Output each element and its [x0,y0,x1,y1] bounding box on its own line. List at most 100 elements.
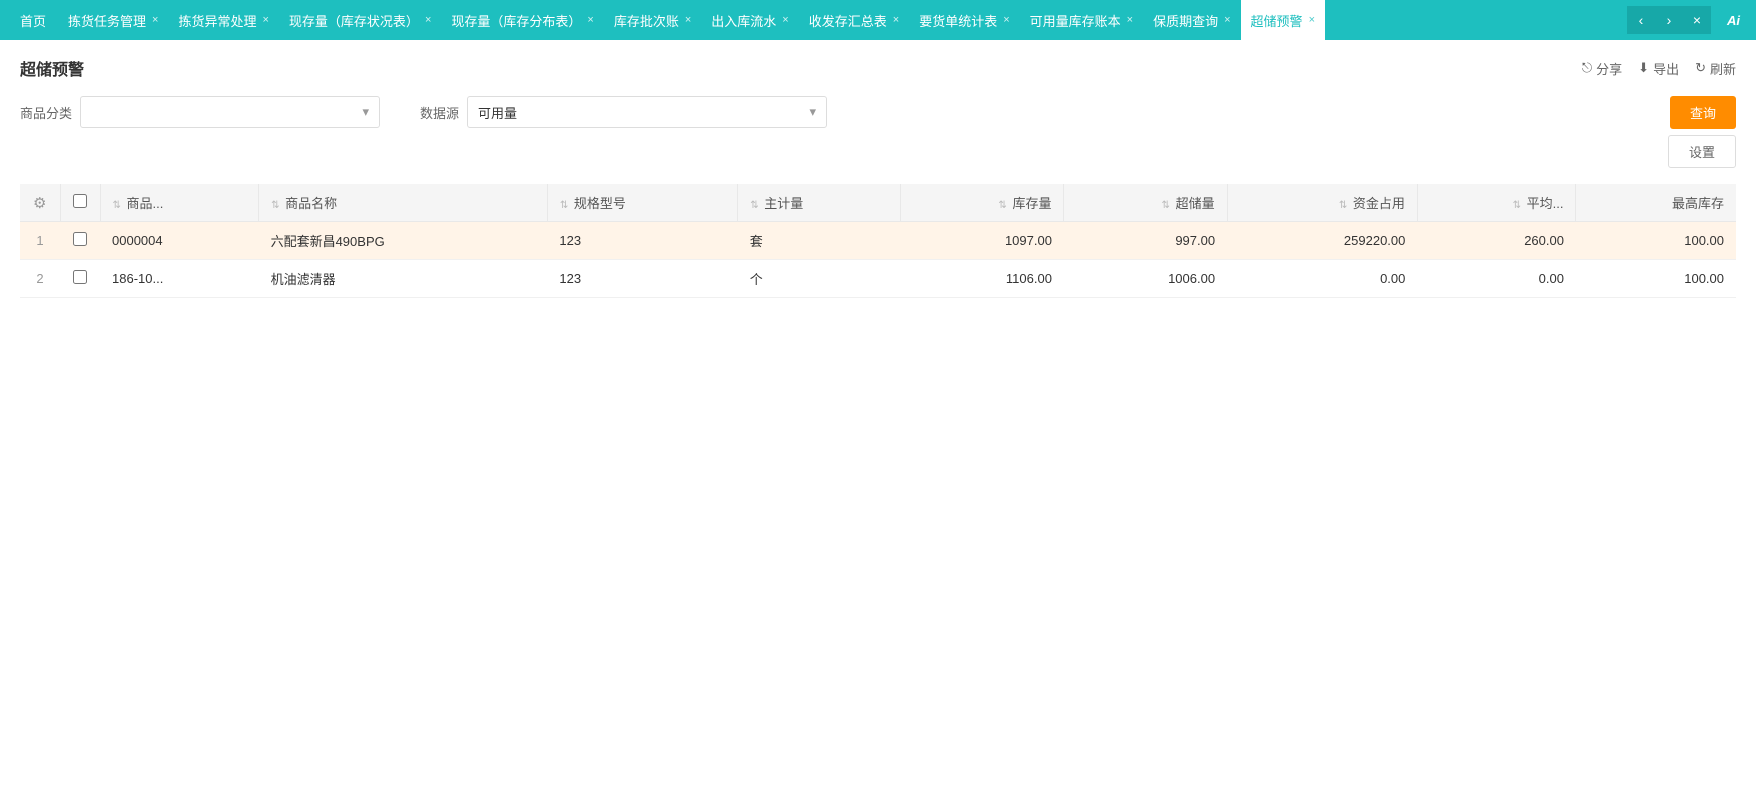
cell-unit: 套 [738,222,901,260]
table-row: 1 0000004 六配套新昌490BPG 123 套 1097.00 997.… [20,222,1736,260]
nav-tab-churukuliu[interactable]: 出入库流水 × [701,0,798,40]
datasource-label: 数据源 [420,103,459,122]
close-icon[interactable]: × [262,14,268,26]
th-index: ⚙ [20,184,60,222]
th-capital[interactable]: ⇅ 资金占用 [1227,184,1417,222]
cell-unit: 个 [738,260,901,298]
close-icon[interactable]: × [1309,14,1315,26]
refresh-link[interactable]: ↻ 刷新 [1695,59,1736,78]
sort-icon: ⇅ [998,200,1006,211]
sort-icon: ⇅ [1339,200,1347,211]
page-header: 超储预警 ⎋ 分享 ⬇ 导出 ↻ 刷新 [20,56,1736,80]
select-all-checkbox[interactable] [73,194,87,208]
category-label: 商品分类 [20,103,72,122]
filter-section: 商品分类 ▾ 数据源 可用量 ▾ 查询 设置 [20,96,1736,168]
sort-icon: ⇅ [113,200,121,211]
nav-tab-kucunpicizh[interactable]: 库存批次账 × [604,0,701,40]
nav-tab-xiancunliang1[interactable]: 现存量（库存状况表） × [279,0,441,40]
nav-tab-baozhi[interactable]: 保质期查询 × [1143,0,1240,40]
share-link[interactable]: ⎋ 分享 [1582,59,1622,78]
cell-index: 1 [20,222,60,260]
topbar-right: Ai [1719,11,1748,30]
sort-icon: ⇅ [1513,200,1521,211]
th-stock[interactable]: ⇅ 库存量 [901,184,1064,222]
nav-tab-jianhuoyichangchuli[interactable]: 拣货异常处理 × [168,0,278,40]
close-icon[interactable]: × [1003,14,1009,26]
cell-avg: 0.00 [1417,260,1576,298]
top-navigation: 首页 拣货任务管理 × 拣货异常处理 × 现存量（库存状况表） × 现存量（库存… [0,0,1756,40]
category-select[interactable]: ▾ [80,96,380,128]
cell-over-stock: 997.00 [1064,222,1227,260]
sort-icon: ⇅ [560,200,568,211]
chevron-down-icon: ▾ [362,104,369,120]
close-icon[interactable]: × [425,14,431,26]
settings-button[interactable]: 设置 [1668,135,1736,168]
export-icon: ⬇ [1638,60,1649,76]
th-spec[interactable]: ⇅ 规格型号 [547,184,737,222]
nav-tab-xiancunliang2[interactable]: 现存量（库存分布表） × [441,0,603,40]
cell-stock: 1097.00 [901,222,1064,260]
sort-icon: ⇅ [271,200,279,211]
share-icon: ⎋ [1582,60,1592,76]
cell-product-code: 0000004 [100,222,259,260]
cell-product-code: 186-10... [100,260,259,298]
datasource-select[interactable]: 可用量 ▾ [467,96,827,128]
nav-arrows: ‹ › × [1627,6,1711,34]
close-icon[interactable]: × [152,14,158,26]
close-icon[interactable]: × [685,14,691,26]
nav-prev-button[interactable]: ‹ [1627,6,1655,34]
close-icon[interactable]: × [1127,14,1133,26]
sort-icon: ⇅ [1162,200,1170,211]
cell-max-stock: 100.00 [1576,260,1736,298]
th-product-code[interactable]: ⇅ 商品... [100,184,259,222]
cell-check[interactable] [60,260,100,298]
nav-close-button[interactable]: × [1683,6,1711,34]
th-unit[interactable]: ⇅ 主计量 [738,184,901,222]
nav-home[interactable]: 首页 [8,11,58,30]
th-max-stock[interactable]: 最高库存 [1576,184,1736,222]
row-checkbox[interactable] [73,232,87,246]
table-header-row: ⚙ ⇅ 商品... ⇅ 商品名称 ⇅ 规格型号 ⇅ [20,184,1736,222]
cell-over-stock: 1006.00 [1064,260,1227,298]
filter-buttons: 查询 设置 [1668,96,1736,168]
ai-badge[interactable]: Ai [1719,11,1748,30]
page-container: 超储预警 ⎋ 分享 ⬇ 导出 ↻ 刷新 商品分类 ▾ [0,40,1756,800]
cell-spec: 123 [547,260,737,298]
nav-tab-chaochuyujing[interactable]: 超储预警 × [1241,0,1325,40]
cell-capital: 259220.00 [1227,222,1417,260]
data-table: ⚙ ⇅ 商品... ⇅ 商品名称 ⇅ 规格型号 ⇅ [20,184,1736,298]
datasource-value: 可用量 [478,103,517,122]
cell-product-name: 机油滤清器 [259,260,548,298]
close-icon[interactable]: × [587,14,593,26]
cell-capital: 0.00 [1227,260,1417,298]
cell-spec: 123 [547,222,737,260]
cell-product-name: 六配套新昌490BPG [259,222,548,260]
header-actions: ⎋ 分享 ⬇ 导出 ↻ 刷新 [1582,59,1736,78]
query-button[interactable]: 查询 [1670,96,1736,129]
cell-index: 2 [20,260,60,298]
table-row: 2 186-10... 机油滤清器 123 个 1106.00 1006.00 … [20,260,1736,298]
gear-icon[interactable]: ⚙ [33,195,46,212]
nav-tab-shoufacun[interactable]: 收发存汇总表 × [799,0,909,40]
filter-datasource: 数据源 可用量 ▾ [420,96,827,128]
cell-check[interactable] [60,222,100,260]
nav-tab-yaohuo[interactable]: 要货单统计表 × [909,0,1019,40]
export-link[interactable]: ⬇ 导出 [1638,59,1679,78]
th-avg[interactable]: ⇅ 平均... [1417,184,1576,222]
cell-max-stock: 100.00 [1576,222,1736,260]
close-icon[interactable]: × [782,14,788,26]
cell-stock: 1106.00 [901,260,1064,298]
th-product-name[interactable]: ⇅ 商品名称 [259,184,548,222]
close-icon[interactable]: × [1224,14,1230,26]
nav-tab-keyongliang[interactable]: 可用量库存账本 × [1020,0,1143,40]
nav-tab-jianhuorenwuguanli[interactable]: 拣货任务管理 × [58,0,168,40]
refresh-icon: ↻ [1695,60,1706,76]
cell-avg: 260.00 [1417,222,1576,260]
th-check[interactable] [60,184,100,222]
th-over-stock[interactable]: ⇅ 超储量 [1064,184,1227,222]
row-checkbox[interactable] [73,270,87,284]
close-icon[interactable]: × [893,14,899,26]
page-title: 超储预警 [20,56,84,80]
filter-category: 商品分类 ▾ [20,96,380,128]
nav-next-button[interactable]: › [1655,6,1683,34]
